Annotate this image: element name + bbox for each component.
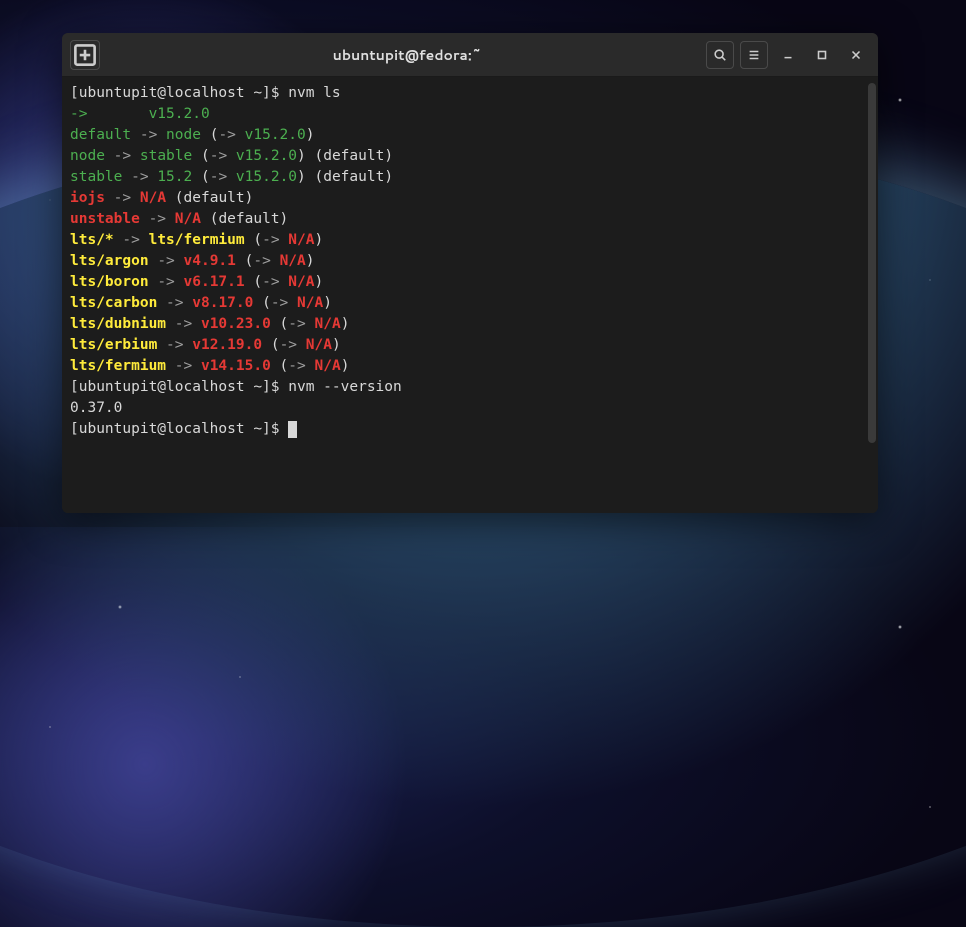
terminal-line: lts/argon -> v4.9.1 (-> N/A) bbox=[70, 251, 870, 272]
terminal-line: lts/erbium -> v12.19.0 (-> N/A) bbox=[70, 335, 870, 356]
terminal-line: default -> node (-> v15.2.0) bbox=[70, 125, 870, 146]
prompt-text: [ubuntupit@localhost ~]$ bbox=[70, 85, 288, 101]
window-controls bbox=[706, 41, 870, 69]
terminal-line: lts/boron -> v6.17.1 (-> N/A) bbox=[70, 272, 870, 293]
terminal-line: lts/carbon -> v8.17.0 (-> N/A) bbox=[70, 293, 870, 314]
command-text: nvm ls bbox=[288, 85, 340, 101]
terminal-line: lts/dubnium -> v10.23.0 (-> N/A) bbox=[70, 314, 870, 335]
terminal-line: unstable -> N/A (default) bbox=[70, 209, 870, 230]
terminal-line: [ubuntupit@localhost ~]$ bbox=[70, 419, 870, 440]
prompt-text: [ubuntupit@localhost ~]$ bbox=[70, 379, 288, 395]
arrow: -> bbox=[70, 106, 87, 122]
version-text: v15.2.0 bbox=[149, 106, 210, 122]
terminal-line: [ubuntupit@localhost ~]$ nvm ls bbox=[70, 83, 870, 104]
titlebar: ubuntupit@fedora:~ bbox=[62, 33, 878, 77]
window-title: ubuntupit@fedora:~ bbox=[108, 45, 706, 65]
menu-button[interactable] bbox=[740, 41, 768, 69]
close-button[interactable] bbox=[842, 41, 870, 69]
terminal-line: lts/fermium -> v14.15.0 (-> N/A) bbox=[70, 356, 870, 377]
terminal-body[interactable]: [ubuntupit@localhost ~]$ nvm ls -> v15.2… bbox=[62, 77, 878, 513]
terminal-line: node -> stable (-> v15.2.0) (default) bbox=[70, 146, 870, 167]
terminal-line: iojs -> N/A (default) bbox=[70, 188, 870, 209]
terminal-line: stable -> 15.2 (-> v15.2.0) (default) bbox=[70, 167, 870, 188]
search-button[interactable] bbox=[706, 41, 734, 69]
terminal-line: [ubuntupit@localhost ~]$ nvm --version bbox=[70, 377, 870, 398]
command-text: nvm --version bbox=[288, 379, 402, 395]
cursor bbox=[288, 421, 297, 438]
prompt-text: [ubuntupit@localhost ~]$ bbox=[70, 421, 288, 437]
terminal-line: lts/* -> lts/fermium (-> N/A) bbox=[70, 230, 870, 251]
terminal-window: ubuntupit@fedora:~ [ubuntupit@localhost … bbox=[62, 33, 878, 513]
new-tab-button[interactable] bbox=[70, 40, 100, 70]
maximize-button[interactable] bbox=[808, 41, 836, 69]
terminal-line: 0.37.0 bbox=[70, 398, 870, 419]
terminal-line: -> v15.2.0 bbox=[70, 104, 870, 125]
scrollbar[interactable] bbox=[868, 83, 876, 443]
minimize-button[interactable] bbox=[774, 41, 802, 69]
version-output: 0.37.0 bbox=[70, 400, 122, 416]
